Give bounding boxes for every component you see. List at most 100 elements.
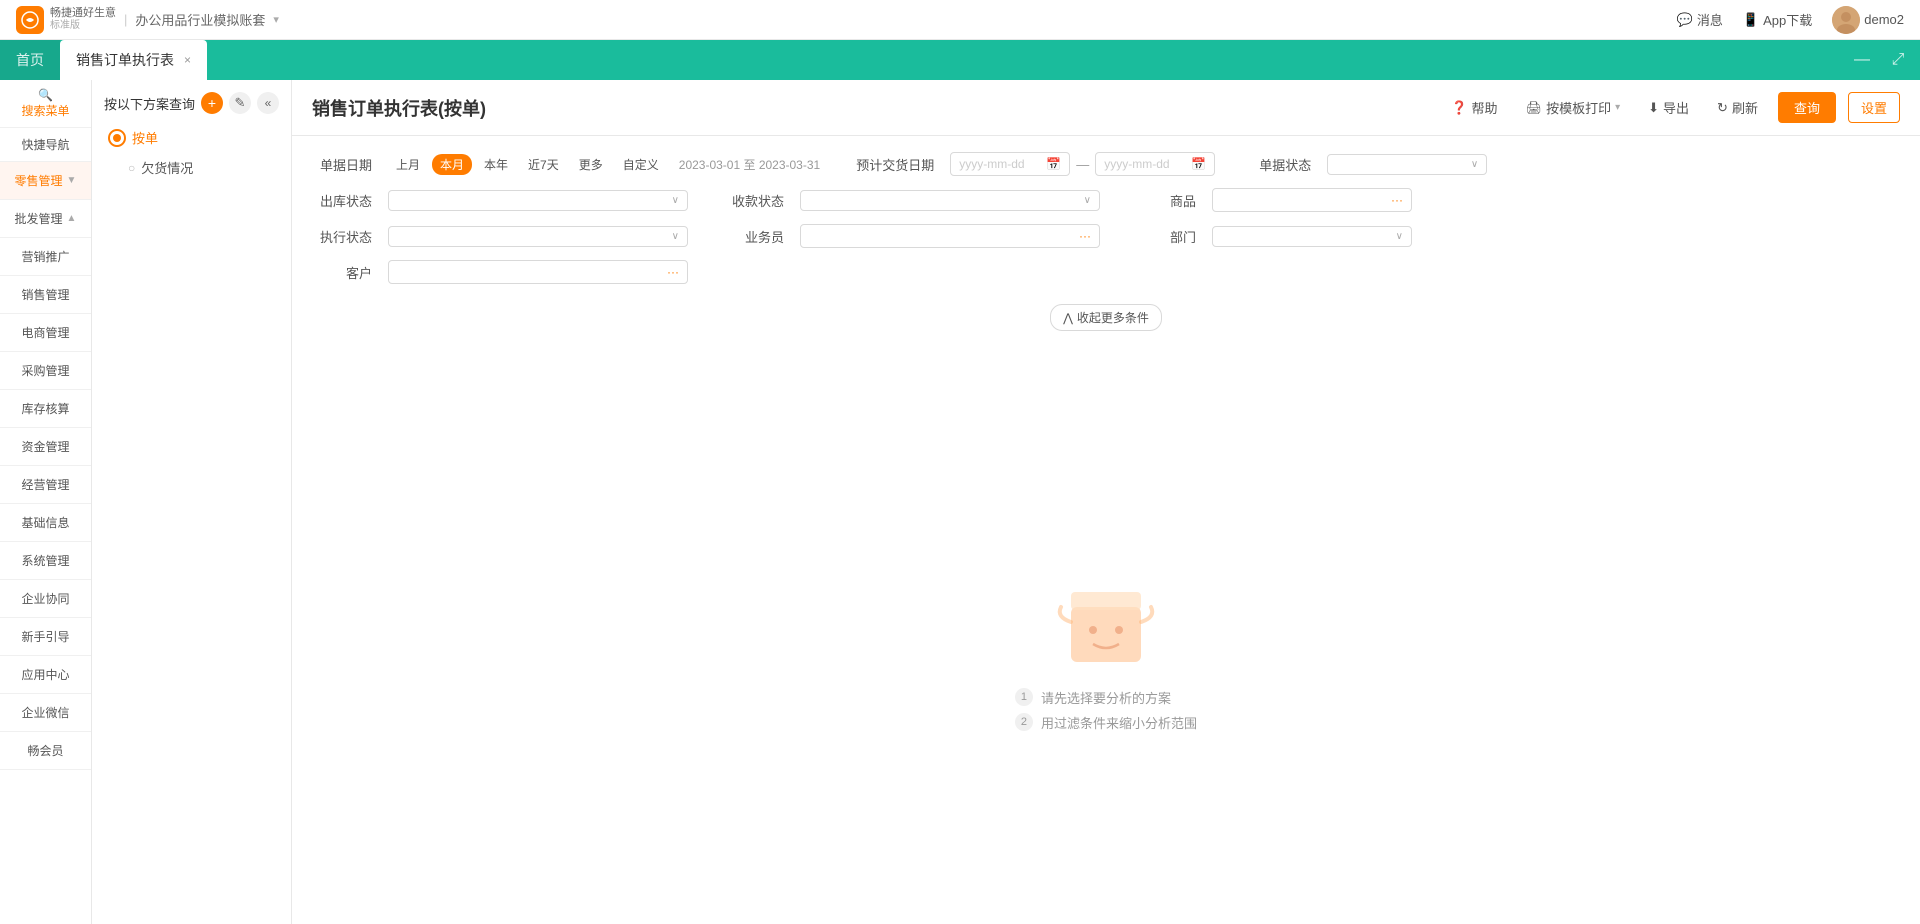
page-actions: ❓ 帮助 🖨 按模板打印 ▾ ⬇ 导出 ↻ 刷新 — [1443, 92, 1900, 123]
settings-button[interactable]: 设置 — [1848, 92, 1900, 123]
sidebar-item-enterprise[interactable]: 企业协同 — [0, 580, 91, 618]
sub-item-icon: ○ — [128, 161, 135, 175]
sidebar-search[interactable]: 🔍 搜索菜单 — [0, 80, 91, 128]
left-panel: 按以下方案查询 + ✎ « 按单 ○ 欠货情况 — [92, 80, 292, 924]
sidebar-item-wechat[interactable]: 企业微信 — [0, 694, 91, 732]
empty-illustration — [1046, 552, 1166, 672]
goods-more-icon[interactable]: ··· — [1391, 193, 1403, 207]
scheme-radio-order — [108, 129, 126, 147]
delivery-date-end[interactable]: yyyy-mm-dd 📅 — [1095, 152, 1215, 176]
delivery-status-arrow: ∨ — [672, 195, 679, 206]
breadcrumb-separator: | — [124, 12, 127, 27]
filter-row-exec: 执行状态 ∨ 业务员 ··· 部门 ∨ — [312, 224, 1900, 248]
salesman-more-icon[interactable]: ··· — [1079, 229, 1091, 243]
scheme-sub-debt[interactable]: ○ 欠货情况 — [100, 153, 283, 182]
delivery-date-start[interactable]: yyyy-mm-dd 📅 — [950, 152, 1070, 176]
collapse-button[interactable]: ⋀ 收起更多条件 — [1050, 304, 1162, 331]
print-button[interactable]: 🖨 按模板打印 ▾ — [1518, 94, 1629, 121]
collapse-panel-button[interactable]: « — [257, 92, 279, 114]
breadcrumb-arrow[interactable]: ▾ — [273, 13, 279, 26]
sidebar-item-system[interactable]: 系统管理 — [0, 542, 91, 580]
edit-icon: ✎ — [235, 95, 246, 111]
tab-minimize-button[interactable]: — — [1848, 46, 1876, 74]
avatar — [1832, 6, 1860, 34]
customer-label: 客户 — [312, 263, 372, 282]
goods-select[interactable]: ··· — [1212, 188, 1412, 212]
calendar-icon-end: 📅 — [1191, 157, 1206, 171]
query-button[interactable]: 查询 — [1778, 92, 1836, 123]
sidebar-item-appcenter[interactable]: 应用中心 — [0, 656, 91, 694]
salesman-label: 业务员 — [724, 227, 784, 246]
sidebar-item-newbie[interactable]: 新手引导 — [0, 618, 91, 656]
edit-scheme-button[interactable]: ✎ — [229, 92, 251, 114]
customer-more-icon[interactable]: ··· — [667, 265, 679, 279]
sidebar-item-ecommerce[interactable]: 电商管理 — [0, 314, 91, 352]
logo-area: 畅捷通好生意 标准版 — [16, 6, 116, 34]
tab-maximize-button[interactable]: ⤢ — [1884, 46, 1912, 74]
delivery-status-label: 出库状态 — [312, 191, 372, 210]
expected-delivery-inputs: yyyy-mm-dd 📅 — yyyy-mm-dd 📅 — [950, 152, 1215, 176]
collapse-arrow-icon: ⋀ — [1063, 311, 1073, 325]
sidebar-item-purchase[interactable]: 采购管理 — [0, 352, 91, 390]
sidebar-item-operations[interactable]: 经营管理 — [0, 466, 91, 504]
retail-expand-icon: ▼ — [67, 175, 77, 186]
sidebar-quick-nav[interactable]: 快捷导航 — [0, 128, 91, 162]
message-icon: 💬 — [1677, 12, 1693, 28]
filter-row-date: 单据日期 上月 本月 本年 近7天 更多 自定义 2023-03-01 至 20… — [312, 152, 1900, 176]
download-icon: 📱 — [1743, 12, 1759, 28]
date-tab-last-month[interactable]: 上月 — [388, 154, 428, 175]
dept-select[interactable]: ∨ — [1212, 226, 1412, 247]
sidebar-item-inventory[interactable]: 库存核算 — [0, 390, 91, 428]
sidebar-item-wholesale[interactable]: 批发管理 ▲ — [0, 200, 91, 238]
date-tabs: 上月 本月 本年 近7天 更多 自定义 — [388, 154, 667, 175]
filter-area: 单据日期 上月 本月 本年 近7天 更多 自定义 2023-03-01 至 20… — [292, 136, 1920, 359]
sidebar-item-finance[interactable]: 资金管理 — [0, 428, 91, 466]
sidebar-item-marketing[interactable]: 营销推广 — [0, 238, 91, 276]
salesman-select[interactable]: ··· — [800, 224, 1100, 248]
top-header: 畅捷通好生意 标准版 | 办公用品行业模拟账套 ▾ 💬 消息 📱 App下载 d… — [0, 0, 1920, 40]
help-button[interactable]: ❓ 帮助 — [1443, 94, 1505, 121]
calendar-icon-start: 📅 — [1046, 157, 1061, 171]
date-range-display: 2023-03-01 至 2023-03-31 — [679, 156, 820, 173]
dept-arrow: ∨ — [1396, 231, 1403, 242]
date-tab-last7days[interactable]: 近7天 — [520, 154, 567, 175]
user-area[interactable]: demo2 — [1832, 6, 1904, 34]
collapse-area: ⋀ 收起更多条件 — [312, 296, 1900, 343]
dept-label: 部门 — [1136, 227, 1196, 246]
date-tab-custom[interactable]: 自定义 — [615, 154, 667, 175]
empty-hint-1: 1 请先选择要分析的方案 — [1015, 688, 1197, 707]
tab-bar-actions: — ⤢ — [1848, 46, 1920, 74]
sidebar-item-retail[interactable]: 零售管理 ▼ — [0, 162, 91, 200]
refresh-button[interactable]: ↻ 刷新 — [1709, 94, 1766, 121]
export-button[interactable]: ⬇ 导出 — [1640, 94, 1697, 121]
date-tab-this-year[interactable]: 本年 — [476, 154, 516, 175]
sidebar-item-member[interactable]: 畅会员 — [0, 732, 91, 770]
help-icon: ❓ — [1451, 100, 1467, 116]
empty-hints: 1 请先选择要分析的方案 2 用过滤条件来缩小分析范围 — [1015, 688, 1197, 732]
exec-status-select[interactable]: ∨ — [388, 226, 688, 247]
tab-sales-order[interactable]: 销售订单执行表 × — [60, 40, 207, 80]
date-tab-more[interactable]: 更多 — [571, 154, 611, 175]
logo-text: 畅捷通好生意 标准版 — [50, 7, 116, 32]
page-title: 销售订单执行表(按单) — [312, 95, 486, 121]
page-title-row: 销售订单执行表(按单) ❓ 帮助 🖨 按模板打印 ▾ ⬇ 导出 — [312, 92, 1900, 123]
delivery-status-select[interactable]: ∨ — [388, 190, 688, 211]
tab-close-icon[interactable]: × — [184, 53, 191, 67]
doc-status-select[interactable]: ∨ — [1327, 154, 1487, 175]
filter-row-customer: 客户 ··· — [312, 260, 1900, 284]
scheme-item-order[interactable]: 按单 — [100, 122, 283, 153]
print-dropdown-icon[interactable]: ▾ — [1615, 102, 1620, 113]
tab-home[interactable]: 首页 — [0, 40, 60, 80]
date-label: 单据日期 — [312, 155, 372, 174]
message-button[interactable]: 💬 消息 — [1677, 10, 1723, 29]
sidebar-item-sales[interactable]: 销售管理 — [0, 276, 91, 314]
collection-status-select[interactable]: ∨ — [800, 190, 1100, 211]
breadcrumb: 办公用品行业模拟账套 — [135, 10, 265, 29]
app-download-button[interactable]: 📱 App下载 — [1743, 10, 1812, 29]
refresh-icon: ↻ — [1717, 100, 1728, 116]
sidebar-item-basic[interactable]: 基础信息 — [0, 504, 91, 542]
panel-actions: + ✎ « — [201, 92, 279, 114]
add-scheme-button[interactable]: + — [201, 92, 223, 114]
date-tab-this-month[interactable]: 本月 — [432, 154, 472, 175]
customer-select[interactable]: ··· — [388, 260, 688, 284]
